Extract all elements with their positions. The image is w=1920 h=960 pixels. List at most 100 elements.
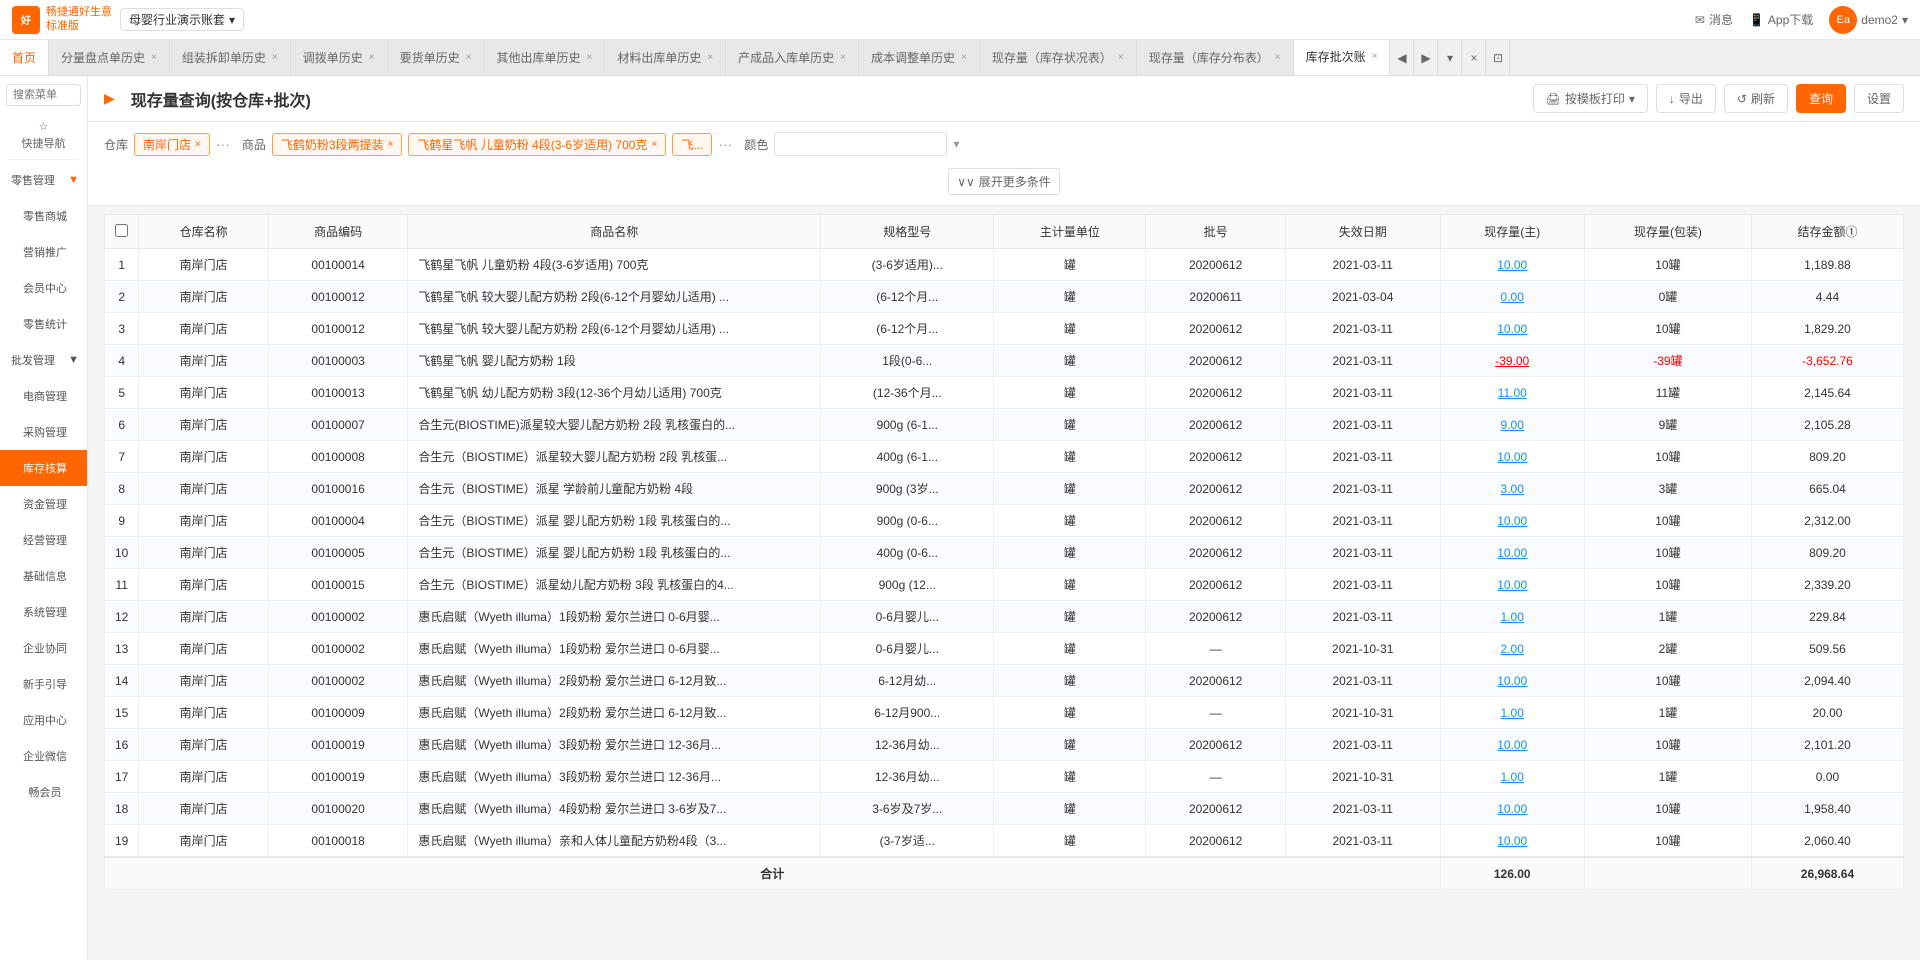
search-input[interactable]	[6, 84, 81, 106]
sidebar-item-dian-shang[interactable]: 电商管理	[0, 378, 87, 414]
chevron-down-icon[interactable]: ▾	[953, 137, 959, 151]
row-batch: 20200612	[1146, 665, 1286, 697]
tab-close-icon[interactable]: ×	[840, 52, 846, 63]
row-qty-main[interactable]: 1.00	[1440, 697, 1584, 729]
sidebar-item-ying-yong[interactable]: 应用中心	[0, 702, 87, 738]
tab-nav-left[interactable]: ◀	[1390, 40, 1414, 76]
tab-cai-liao[interactable]: 材料出库单历史 ×	[605, 40, 726, 76]
tab-close-icon[interactable]: ×	[151, 52, 157, 63]
tab-nav-menu[interactable]: ▾	[1438, 40, 1462, 76]
tab-close-icon[interactable]: ×	[369, 52, 375, 63]
sidebar-item-hui-yuan[interactable]: 会员中心	[0, 270, 87, 306]
row-code: 00100004	[268, 505, 408, 537]
tab-zu-chai[interactable]: 组装拆卸单历史 ×	[170, 40, 291, 76]
row-warehouse: 南岸门店	[139, 345, 268, 377]
row-qty-main[interactable]: -39.00	[1440, 345, 1584, 377]
row-qty-main[interactable]: 10.00	[1440, 505, 1584, 537]
filter-goods-more-icon[interactable]: ···	[718, 136, 732, 152]
row-warehouse: 南岸门店	[139, 729, 268, 761]
sidebar-item-jing-ying[interactable]: 经营管理	[0, 522, 87, 558]
sidebar-item-ling-shou-shang[interactable]: 零售商城	[0, 198, 87, 234]
tab-close-icon[interactable]: ×	[272, 52, 278, 63]
row-qty-main[interactable]: 11.00	[1440, 377, 1584, 409]
sidebar-item-ling-shou-tong[interactable]: 零售统计	[0, 306, 87, 342]
tab-close-icon[interactable]: ×	[466, 52, 472, 63]
tab-yao-huo[interactable]: 要货单历史 ×	[388, 40, 485, 76]
row-qty-main[interactable]: 10.00	[1440, 825, 1584, 858]
sidebar-item-ji-chu[interactable]: 基础信息	[0, 558, 87, 594]
goods-tag-1[interactable]: 飞鹤奶粉3段两提装 ×	[272, 133, 403, 156]
sidebar-item-chang-hui[interactable]: 畅会员	[0, 774, 87, 810]
row-qty-main[interactable]: 1.00	[1440, 601, 1584, 633]
color-input[interactable]	[774, 132, 947, 156]
tab-chan-cheng[interactable]: 产成品入库单历史 ×	[726, 40, 859, 76]
messages-button[interactable]: ✉ 消息	[1695, 11, 1733, 28]
quick-nav-item[interactable]: ☆ 快捷导航	[0, 114, 87, 157]
tab-diao-bo[interactable]: 调拨单历史 ×	[291, 40, 388, 76]
row-qty-main[interactable]: 2.00	[1440, 633, 1584, 665]
tab-close-icon[interactable]: ×	[586, 52, 592, 63]
print-button[interactable]: 🖨 按模板打印 ▾	[1533, 84, 1648, 113]
row-qty-main[interactable]: 1.00	[1440, 761, 1584, 793]
sidebar-item-qi-ye[interactable]: 企业协同	[0, 630, 87, 666]
th-checkbox[interactable]	[105, 215, 139, 249]
tab-close-current[interactable]: ×	[1462, 40, 1486, 76]
tab-ku-cun-tai[interactable]: 现存量（库存状况表） ×	[980, 40, 1137, 76]
tab-home[interactable]: 首页	[0, 40, 49, 76]
expand-panel-arrow[interactable]: ▶	[104, 90, 115, 107]
query-button[interactable]: 查询	[1796, 84, 1846, 113]
row-qty-main[interactable]: 10.00	[1440, 441, 1584, 473]
sidebar-item-qi-ye-wei[interactable]: 企业微信	[0, 738, 87, 774]
user-menu[interactable]: Ea demo2 ▾	[1829, 6, 1908, 34]
filter-more-icon[interactable]: ···	[216, 136, 230, 152]
row-no: 6	[105, 409, 139, 441]
row-qty-main[interactable]: 10.00	[1440, 313, 1584, 345]
row-qty-main[interactable]: 10.00	[1440, 793, 1584, 825]
sidebar-item-zi-jin[interactable]: 资金管理	[0, 486, 87, 522]
expand-conditions-button[interactable]: ∨∨ 展开更多条件	[948, 168, 1060, 195]
sidebar-item-ku-cun[interactable]: 库存核算	[0, 450, 87, 486]
row-qty-main[interactable]: 10.00	[1440, 537, 1584, 569]
row-qty-main[interactable]: 9.00	[1440, 409, 1584, 441]
goods-tag1-close[interactable]: ×	[388, 139, 394, 150]
row-unit: 罐	[994, 633, 1146, 665]
tab-fen-pan[interactable]: 分量盘点单历史 ×	[49, 40, 170, 76]
row-batch: 20200612	[1146, 569, 1286, 601]
table-row: 14 南岸门店 00100002 惠氏启赋（Wyeth illuma）2段奶粉 …	[105, 665, 1904, 697]
settings-button[interactable]: 设置	[1854, 84, 1904, 113]
tab-close-icon[interactable]: ×	[707, 52, 713, 63]
row-qty-main[interactable]: 0.00	[1440, 281, 1584, 313]
refresh-button[interactable]: ↺ 刷新	[1724, 84, 1788, 113]
tab-qi-ta[interactable]: 其他出库单历史 ×	[484, 40, 605, 76]
tab-cheng-ben[interactable]: 成本调整单历史 ×	[859, 40, 980, 76]
goods-tag2-close[interactable]: ×	[651, 139, 657, 150]
row-qty-main[interactable]: 10.00	[1440, 665, 1584, 697]
row-qty-main[interactable]: 3.00	[1440, 473, 1584, 505]
tab-ku-pi-ci[interactable]: 库存批次账 ×	[1294, 40, 1391, 76]
sidebar-item-xi-tong[interactable]: 系统管理	[0, 594, 87, 630]
row-qty-main[interactable]: 10.00	[1440, 729, 1584, 761]
row-qty-pack: 10罐	[1584, 441, 1751, 473]
sidebar-item-ying-xiao[interactable]: 营销推广	[0, 234, 87, 270]
warehouse-tag-close[interactable]: ×	[195, 139, 201, 150]
goods-tag-more[interactable]: 飞...	[672, 133, 712, 156]
tab-close-icon[interactable]: ×	[961, 52, 967, 63]
tab-close-icon[interactable]: ×	[1275, 52, 1281, 63]
tab-nav-right[interactable]: ▶	[1414, 40, 1438, 76]
workspace-selector[interactable]: 母婴行业演示账套 ▾	[120, 8, 244, 31]
tab-ku-cun-fen[interactable]: 现存量（库存分布表） ×	[1137, 40, 1294, 76]
sidebar-item-xin-shou[interactable]: 新手引导	[0, 666, 87, 702]
tab-maximize[interactable]: ⊡	[1486, 40, 1510, 76]
row-qty-main[interactable]: 10.00	[1440, 569, 1584, 601]
tab-close-icon[interactable]: ×	[1118, 52, 1124, 63]
sidebar-item-cai-gou[interactable]: 采购管理	[0, 414, 87, 450]
select-all-checkbox[interactable]	[115, 224, 128, 237]
goods-tag-2[interactable]: 飞鹤星飞帆 儿童奶粉 4段(3-6岁适用) 700克 ×	[408, 133, 666, 156]
tab-close-icon[interactable]: ×	[1372, 51, 1378, 62]
sidebar-item-ling-shou[interactable]: 零售管理 ▼	[0, 162, 87, 198]
warehouse-tag[interactable]: 南岸门店 ×	[134, 133, 210, 156]
sidebar-item-pi-fa[interactable]: 批发管理 ▼	[0, 342, 87, 378]
row-qty-main[interactable]: 10.00	[1440, 249, 1584, 281]
app-download-button[interactable]: 📱 App下载	[1749, 11, 1813, 28]
export-button[interactable]: ↓ 导出	[1656, 84, 1716, 113]
